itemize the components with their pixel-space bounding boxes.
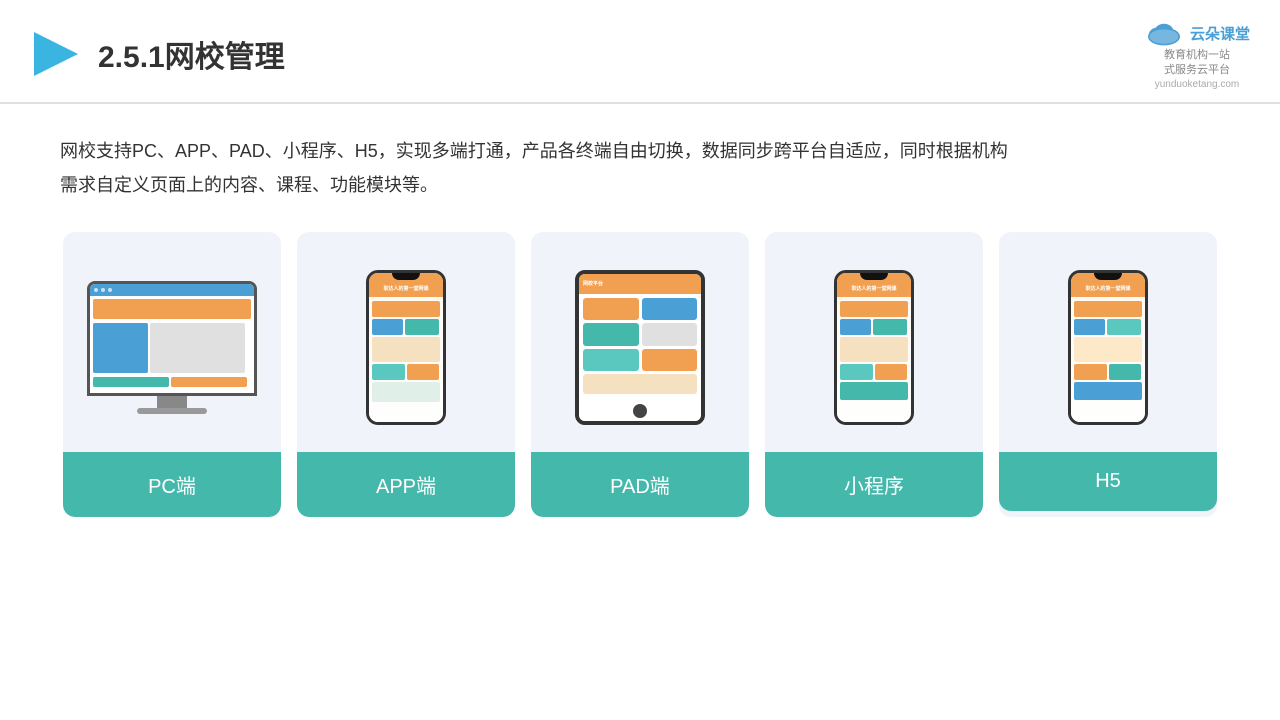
- card-h5-image: 职达人的第一堂网课: [999, 232, 1217, 452]
- logo-cloud: 云朵课堂: [1144, 18, 1250, 48]
- card-h5: 职达人的第一堂网课: [999, 232, 1217, 517]
- card-pad: 网校平台: [531, 232, 749, 517]
- play-icon: [30, 28, 82, 80]
- logo-text: 云朵课堂: [1190, 23, 1250, 44]
- card-miniprogram: 职达人的第一堂网课: [765, 232, 983, 517]
- card-app-label: APP端: [297, 452, 515, 517]
- page-title: 2.5.1网校管理: [98, 32, 285, 76]
- logo-area: 云朵课堂 教育机构一站 式服务云平台 yunduoketang.com: [1144, 18, 1250, 90]
- tablet-body: 网校平台: [575, 270, 705, 425]
- cloud-icon: [1144, 18, 1184, 48]
- card-pad-image: 网校平台: [531, 232, 749, 452]
- tablet-screen: 网校平台: [579, 274, 701, 421]
- logo-url: yunduoketang.com: [1155, 79, 1240, 90]
- pc-monitor: [87, 281, 257, 396]
- card-pc-image: [63, 232, 281, 452]
- device-pc: [87, 281, 257, 414]
- pc-base: [137, 408, 207, 414]
- phone-body-app: 职达人的第一堂网课: [366, 270, 446, 425]
- phone-screen-app: 职达人的第一堂网课: [369, 273, 443, 422]
- cards-row: PC端 职达人的第一堂网课: [60, 232, 1220, 517]
- card-pc: PC端: [63, 232, 281, 517]
- card-miniprogram-label: 小程序: [765, 452, 983, 517]
- device-tablet: 网校平台: [575, 270, 705, 425]
- main-content: 网校支持PC、APP、PAD、小程序、H5，实现多端打通，产品各终端自由切换，数…: [0, 104, 1280, 537]
- device-phone-mini: 职达人的第一堂网课: [834, 270, 914, 425]
- device-phone-h5: 职达人的第一堂网课: [1068, 270, 1148, 425]
- phone-body-h5: 职达人的第一堂网课: [1068, 270, 1148, 425]
- header-left: 2.5.1网校管理: [30, 28, 285, 80]
- header: 2.5.1网校管理 云朵课堂 教育机构一站 式服务云平台 yunduoketan…: [0, 0, 1280, 104]
- phone-screen-h5: 职达人的第一堂网课: [1071, 273, 1145, 422]
- card-app-image: 职达人的第一堂网课: [297, 232, 515, 452]
- device-phone-app: 职达人的第一堂网课: [366, 270, 446, 425]
- pc-screen: [90, 284, 254, 393]
- card-pc-label: PC端: [63, 452, 281, 517]
- pc-stand: [157, 396, 187, 408]
- phone-body-mini: 职达人的第一堂网课: [834, 270, 914, 425]
- description: 网校支持PC、APP、PAD、小程序、H5，实现多端打通，产品各终端自由切换，数…: [60, 134, 1220, 202]
- logo-tagline: 教育机构一站 式服务云平台: [1164, 48, 1230, 79]
- card-app: 职达人的第一堂网课: [297, 232, 515, 517]
- card-h5-label: H5: [999, 452, 1217, 511]
- card-miniprogram-image: 职达人的第一堂网课: [765, 232, 983, 452]
- card-pad-label: PAD端: [531, 452, 749, 517]
- phone-screen-mini: 职达人的第一堂网课: [837, 273, 911, 422]
